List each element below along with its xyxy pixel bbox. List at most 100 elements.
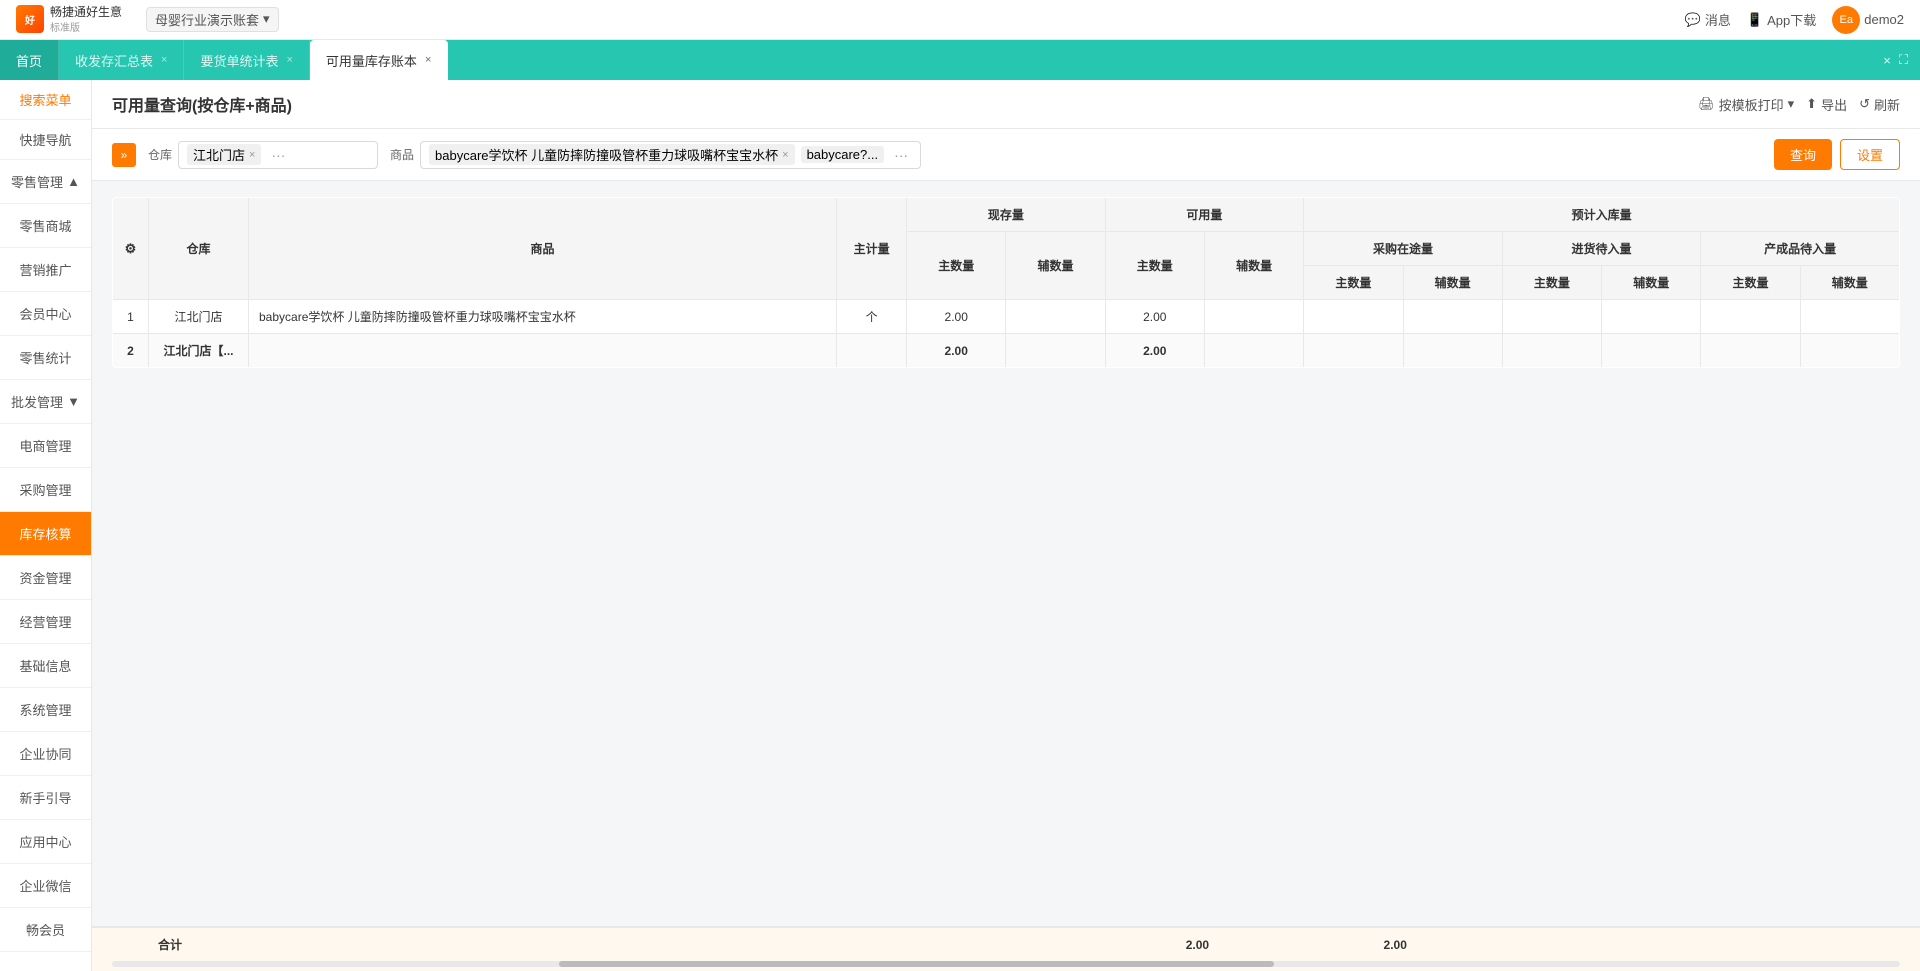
chevron-down-icon: ▾ xyxy=(263,11,270,27)
cell-no-1: 1 xyxy=(113,300,149,334)
th-current-main: 主数量 xyxy=(907,232,1006,300)
tab-order-stats[interactable]: 要货单统计表 × xyxy=(184,40,309,80)
template-print-label: 按模板打印 xyxy=(1719,95,1784,114)
app-download-btn[interactable]: 📱 App下载 xyxy=(1747,10,1816,29)
footer-current-main-total: 2.00 xyxy=(1130,928,1265,961)
horizontal-scrollbar-thumb[interactable] xyxy=(559,961,1274,967)
system-label: 系统管理 xyxy=(19,703,71,718)
warehouse-filter-input[interactable]: 江北门店 × ··· xyxy=(178,141,378,169)
sidebar-item-app-center[interactable]: 应用中心 xyxy=(0,820,91,864)
footer-table: 合计 2.00 2.00 xyxy=(112,928,1900,961)
product-more-icon[interactable]: ··· xyxy=(890,147,912,163)
sidebar-item-member[interactable]: 畅会员 xyxy=(0,908,91,952)
warehouse-tag-close[interactable]: × xyxy=(249,149,255,161)
message-btn[interactable]: 💬 消息 xyxy=(1685,10,1731,29)
filter-bar: » 仓库 江北门店 × ··· 商品 babycare学饮杯 儿童防摔防撞吸管杯… xyxy=(92,129,1920,181)
page-title: 可用量查询(按仓库+商品) xyxy=(112,92,292,116)
sidebar-item-ecommerce[interactable]: 电商管理 xyxy=(0,424,91,468)
message-icon: 💬 xyxy=(1685,12,1701,28)
query-btn[interactable]: 查询 xyxy=(1774,139,1832,170)
th-purchase-transit: 采购在途量 xyxy=(1304,232,1503,266)
finance-label: 资金管理 xyxy=(19,571,71,586)
footer-current-aux-total xyxy=(1265,928,1327,961)
inventory-label: 库存核算 xyxy=(19,527,71,542)
user-profile[interactable]: Ea demo2 xyxy=(1832,6,1904,34)
sidebar-item-system[interactable]: 系统管理 xyxy=(0,688,91,732)
tab-receive-send-label: 收发存汇总表 xyxy=(75,51,153,70)
industry-selector[interactable]: 母婴行业演示账套 ▾ xyxy=(146,7,279,32)
warehouse-filter-label: 仓库 xyxy=(148,146,172,163)
page-actions: 🖨 按模板打印 ▾ ⬆ 导出 ↺ 刷新 xyxy=(1698,95,1900,114)
sidebar-item-wholesale-mgmt[interactable]: 批发管理 ▼ xyxy=(0,380,91,424)
logo-main-text: 畅捷通好生意 xyxy=(50,5,122,19)
username-label: demo2 xyxy=(1864,12,1904,27)
th-settings-icon[interactable]: ⚙ xyxy=(113,198,149,300)
data-table: ⚙ 仓库 商品 主计量 现存量 可用量 预计入库量 主数量 辅数量 主数量 辅数… xyxy=(112,197,1900,368)
avatar: Ea xyxy=(1832,6,1860,34)
sidebar-quick-nav[interactable]: 快捷导航 xyxy=(0,120,91,160)
sidebar-item-finance[interactable]: 资金管理 xyxy=(0,556,91,600)
export-label: 导出 xyxy=(1821,95,1847,114)
operation-label: 经营管理 xyxy=(19,615,71,630)
more-icon[interactable]: ··· xyxy=(267,147,289,163)
settings-btn[interactable]: 设置 xyxy=(1840,139,1900,170)
th-finished-main: 主数量 xyxy=(1701,266,1800,300)
tab-order-stats-close[interactable]: × xyxy=(286,54,292,66)
sidebar-item-inventory[interactable]: 库存核算 xyxy=(0,512,91,556)
cell-finished-aux-1 xyxy=(1800,300,1899,334)
sidebar-item-retail-mgmt[interactable]: 零售管理 ▲ xyxy=(0,160,91,204)
product-filter-input[interactable]: babycare学饮杯 儿童防摔防撞吸管杯重力球吸嘴杯宝宝水杯 × babyca… xyxy=(420,141,921,169)
th-available: 可用量 xyxy=(1105,198,1304,232)
tab-available-stock-close[interactable]: × xyxy=(425,54,431,66)
th-available-aux: 辅数量 xyxy=(1204,232,1303,300)
cell-incoming-main-1 xyxy=(1502,300,1601,334)
chevron-down2-icon: ▼ xyxy=(67,394,80,409)
print-icon: 🖨 xyxy=(1698,96,1715,112)
ecommerce-label: 电商管理 xyxy=(19,439,71,454)
sidebar-item-purchase[interactable]: 采购管理 xyxy=(0,468,91,512)
sidebar-search[interactable]: 搜索菜单 xyxy=(0,80,91,120)
cell-finished-main-2 xyxy=(1701,334,1800,368)
tab-receive-send[interactable]: 收发存汇总表 × xyxy=(59,40,184,80)
filter-expand-btn[interactable]: » xyxy=(112,143,136,167)
cell-available-main-2: 2.00 xyxy=(1105,334,1204,368)
th-incoming-pending: 进货待入量 xyxy=(1502,232,1701,266)
sidebar-item-new-guide[interactable]: 新手引导 xyxy=(0,776,91,820)
refresh-btn[interactable]: ↺ 刷新 xyxy=(1859,95,1900,114)
tab-receive-send-close[interactable]: × xyxy=(161,54,167,66)
footer-incoming-main-total xyxy=(1650,928,1712,961)
th-current-aux: 辅数量 xyxy=(1006,232,1105,300)
enterprise-wechat-label: 企业微信 xyxy=(19,879,71,894)
tab-available-stock-label: 可用量库存账本 xyxy=(326,51,417,70)
sidebar-item-basic-info[interactable]: 基础信息 xyxy=(0,644,91,688)
sidebar-item-retail-stats[interactable]: 零售统计 xyxy=(0,336,91,380)
refresh-label: 刷新 xyxy=(1874,95,1900,114)
logo-sub-text: 标准版 xyxy=(50,19,122,34)
export-btn[interactable]: ⬆ 导出 xyxy=(1806,95,1847,114)
product-filter-label: 商品 xyxy=(390,146,414,163)
logo-icon: 好 xyxy=(16,5,44,33)
refresh-icon: ↺ xyxy=(1859,96,1870,112)
retail-mgmt-label: 零售管理 xyxy=(11,172,63,191)
cell-available-main-1: 2.00 xyxy=(1105,300,1204,334)
sidebar-item-marketing[interactable]: 营销推广 xyxy=(0,248,91,292)
sidebar-item-operation[interactable]: 经营管理 xyxy=(0,600,91,644)
th-finished-aux: 辅数量 xyxy=(1800,266,1899,300)
tab-home[interactable]: 首页 xyxy=(0,40,59,80)
sidebar-item-enterprise[interactable]: 企业协同 xyxy=(0,732,91,776)
tab-order-stats-label: 要货单统计表 xyxy=(200,51,278,70)
sidebar-item-enterprise-wechat[interactable]: 企业微信 xyxy=(0,864,91,908)
sidebar-item-member-center[interactable]: 会员中心 xyxy=(0,292,91,336)
cell-finished-aux-2 xyxy=(1800,334,1899,368)
product-tag1-close[interactable]: × xyxy=(782,149,788,161)
template-print-btn[interactable]: 🖨 按模板打印 ▾ xyxy=(1698,95,1794,114)
tab-available-stock[interactable]: 可用量库存账本 × xyxy=(310,40,448,80)
new-guide-label: 新手引导 xyxy=(19,791,71,806)
sidebar-item-retail-mall[interactable]: 零售商城 xyxy=(0,204,91,248)
logo-text-block: 畅捷通好生意 标准版 xyxy=(50,5,122,34)
cell-warehouse-2: 江北门店【... xyxy=(149,334,249,368)
expand-icon[interactable]: ⛶ xyxy=(1899,52,1908,68)
chevron-icon: ▲ xyxy=(67,174,80,189)
marketing-label: 营销推广 xyxy=(19,263,71,278)
close-all-icon[interactable]: × xyxy=(1883,53,1891,68)
